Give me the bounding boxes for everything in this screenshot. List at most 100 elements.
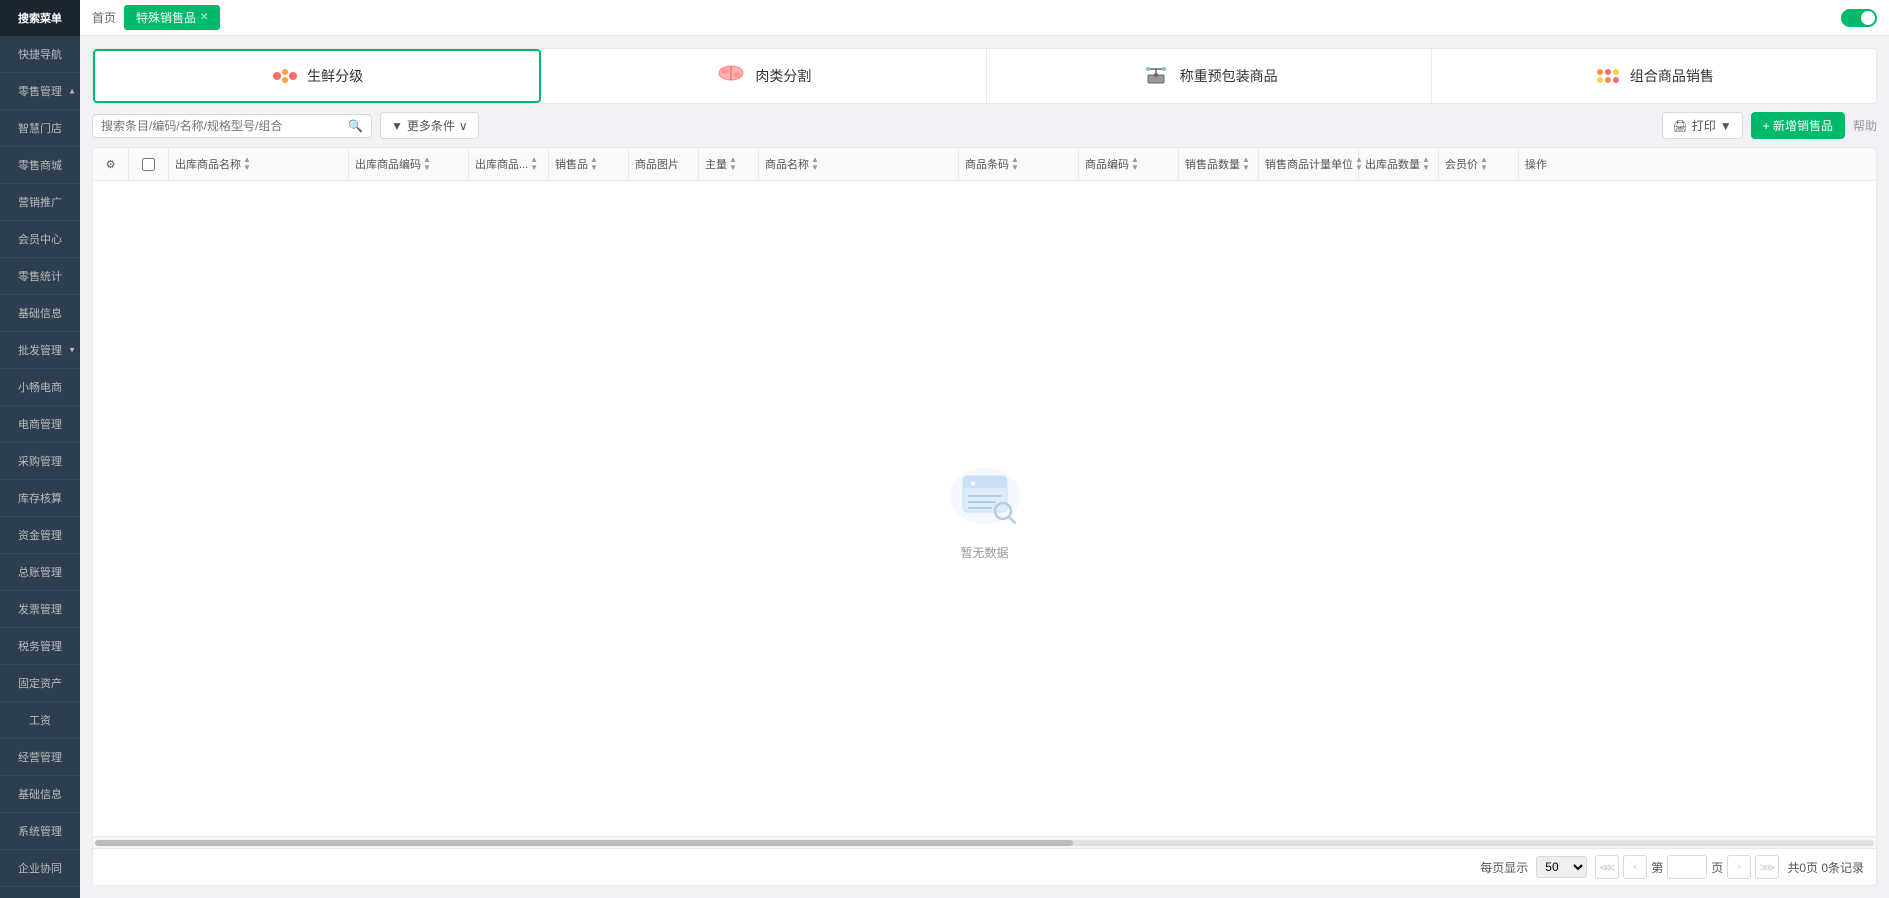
toggle-button[interactable]: [1841, 9, 1877, 27]
sort-arrows[interactable]: ▲▼: [530, 156, 538, 172]
first-page-button[interactable]: ⋘: [1595, 855, 1619, 879]
sidebar-item-members[interactable]: 会员中心: [0, 221, 80, 258]
filter-label: 更多条件: [407, 117, 455, 134]
table-header: ⚙ 出库商品名称 ▲▼ 出库商品编码 ▲▼ 出库商品... ▲▼: [93, 148, 1876, 181]
search-box[interactable]: 🔍: [92, 114, 372, 138]
per-page-label: 每页显示: [1480, 859, 1528, 876]
sidebar-item-wholesale-mgmt[interactable]: 批发管理: [0, 332, 80, 369]
page-label-suffix: 页: [1711, 859, 1723, 876]
toolbar: 🔍 ▼ 更多条件 ∨ 🖨 打印 ▼ + 新增销售品 帮助: [92, 112, 1877, 139]
th-goods-code2: 商品编码 ▲▼: [1079, 148, 1179, 180]
page-content: 生鲜分级 肉类分割: [80, 36, 1889, 898]
printer-icon: 🖨: [1673, 119, 1688, 133]
svg-text:★: ★: [969, 479, 976, 488]
combo-sale-icon: [1594, 66, 1622, 86]
th-checkbox[interactable]: [129, 148, 169, 180]
page-nav: ⋘ ‹ 第 1 页 › ⋙: [1595, 855, 1779, 879]
active-tab[interactable]: 特殊销售品 ✕: [124, 5, 220, 30]
th-out-goods-code: 出库商品编码 ▲▼: [349, 148, 469, 180]
select-all-checkbox[interactable]: [142, 158, 155, 171]
home-breadcrumb[interactable]: 首页: [92, 9, 116, 26]
sidebar-item-retail-mall[interactable]: 零售商城: [0, 147, 80, 184]
sidebar-item-purchase-mgmt[interactable]: 采购管理: [0, 443, 80, 480]
sidebar-item-base-info2[interactable]: 基础信息: [0, 776, 80, 813]
sort-arrows[interactable]: ▲▼: [1131, 156, 1139, 172]
sidebar-item-newbie[interactable]: 新手引导: [0, 887, 80, 898]
th-operation: 操作: [1519, 148, 1579, 180]
empty-illustration: ★: [935, 456, 1035, 536]
meat-cut-icon: [715, 61, 747, 91]
sidebar-item-fixed-assets[interactable]: 固定资产: [0, 665, 80, 702]
th-sale-goods: 销售品 ▲▼: [549, 148, 629, 180]
tab-combo-sale[interactable]: 组合商品销售: [1432, 49, 1876, 103]
topbar-right: [1841, 9, 1877, 27]
page-label-prefix: 第: [1651, 859, 1663, 876]
sort-arrows[interactable]: ▲▼: [1422, 156, 1430, 172]
tab-fresh-grade[interactable]: 生鲜分级: [93, 49, 541, 103]
th-out-goods-sku: 出库商品... ▲▼: [469, 148, 549, 180]
sort-arrows[interactable]: ▲▼: [243, 156, 251, 172]
sidebar-item-basic-info[interactable]: 基础信息: [0, 295, 80, 332]
sidebar-item-smart-store[interactable]: 智慧门店: [0, 110, 80, 147]
horizontal-scrollbar[interactable]: [93, 836, 1876, 848]
sidebar-item-tax[interactable]: 税务管理: [0, 628, 80, 665]
close-tab-icon[interactable]: ✕: [200, 12, 208, 23]
sort-arrows[interactable]: ▲▼: [1011, 156, 1019, 172]
sidebar-logo[interactable]: 搜索菜单: [0, 0, 80, 36]
sidebar-item-retail-stats[interactable]: 零售统计: [0, 258, 80, 295]
pagination: 每页显示 50 10 20 100 ⋘ ‹ 第 1 页 › ⋙ 共0页 0条记录: [93, 848, 1876, 885]
last-page-button[interactable]: ⋙: [1755, 855, 1779, 879]
tab-weigh-pack[interactable]: 称重预包装商品: [987, 49, 1432, 103]
sidebar-item-invoice[interactable]: 发票管理: [0, 591, 80, 628]
th-settings[interactable]: ⚙: [93, 148, 129, 180]
scrollbar-thumb[interactable]: [95, 840, 1073, 846]
sort-arrows[interactable]: ▲▼: [423, 156, 431, 172]
th-sale-unit: 销售商品计量单位 ▲▼: [1259, 148, 1359, 180]
settings-icon[interactable]: ⚙: [106, 158, 116, 171]
category-tabs: 生鲜分级 肉类分割: [92, 48, 1877, 104]
sidebar-item-promo[interactable]: 营销推广: [0, 184, 80, 221]
per-page-select[interactable]: 50 10 20 100: [1536, 856, 1587, 878]
sort-arrows[interactable]: ▲▼: [590, 156, 598, 172]
sidebar-item-capital[interactable]: 资金管理: [0, 517, 80, 554]
print-button[interactable]: 🖨 打印 ▼: [1662, 112, 1743, 139]
sidebar-item-ops-mgmt[interactable]: 经营管理: [0, 739, 80, 776]
sidebar-item-retail-mgmt[interactable]: 零售管理: [0, 73, 80, 110]
help-button[interactable]: 帮助: [1853, 117, 1877, 134]
sidebar-item-mini-app[interactable]: 小畅电商: [0, 369, 80, 406]
sidebar-item-wages[interactable]: 工资: [0, 702, 80, 739]
sidebar-item-general-ledger[interactable]: 总账管理: [0, 554, 80, 591]
sort-arrows[interactable]: ▲▼: [811, 156, 819, 172]
scrollbar-track: [95, 840, 1874, 846]
th-goods-name: 商品名称 ▲▼: [759, 148, 959, 180]
sidebar-item-enterprise[interactable]: 企业协同: [0, 850, 80, 887]
weigh-pack-label: 称重预包装商品: [1180, 66, 1278, 86]
page-number-input[interactable]: 1: [1667, 855, 1707, 879]
table-body: ★ 暂无数据: [93, 181, 1876, 836]
combo-sale-label: 组合商品销售: [1630, 66, 1714, 86]
th-sale-qty: 销售品数量 ▲▼: [1179, 148, 1259, 180]
sidebar-item-inventory[interactable]: 库存核算: [0, 480, 80, 517]
sidebar-item-quick-nav[interactable]: 快捷导航: [0, 36, 80, 73]
empty-text: 暂无数据: [960, 544, 1008, 561]
filter-icon: ▼: [391, 119, 403, 133]
filter-arrow-icon: ∨: [459, 119, 468, 133]
page-total-label: 共0页 0条记录: [1787, 859, 1864, 876]
next-page-button[interactable]: ›: [1727, 855, 1751, 879]
filter-button[interactable]: ▼ 更多条件 ∨: [380, 112, 479, 139]
add-button[interactable]: + 新增销售品: [1751, 112, 1845, 139]
th-main: 主量 ▲▼: [699, 148, 759, 180]
sidebar-item-ecom-mgmt[interactable]: 电商管理: [0, 406, 80, 443]
sort-arrows[interactable]: ▲▼: [1480, 156, 1488, 172]
search-input[interactable]: [101, 119, 348, 133]
prev-page-button[interactable]: ‹: [1623, 855, 1647, 879]
search-icon[interactable]: 🔍: [348, 119, 363, 133]
sidebar: 搜索菜单 快捷导航 零售管理 智慧门店 零售商城 营销推广 会员中心 零售统计 …: [0, 0, 80, 898]
sidebar-item-sys-mgmt[interactable]: 系统管理: [0, 813, 80, 850]
print-dropdown-icon: ▼: [1720, 119, 1732, 133]
sort-arrows[interactable]: ▲▼: [1242, 156, 1250, 172]
tab-meat-cut[interactable]: 肉类分割: [541, 49, 986, 103]
print-label: 打印: [1692, 117, 1716, 134]
sort-arrows[interactable]: ▲▼: [729, 156, 737, 172]
th-out-qty: 出库品数量 ▲▼: [1359, 148, 1439, 180]
